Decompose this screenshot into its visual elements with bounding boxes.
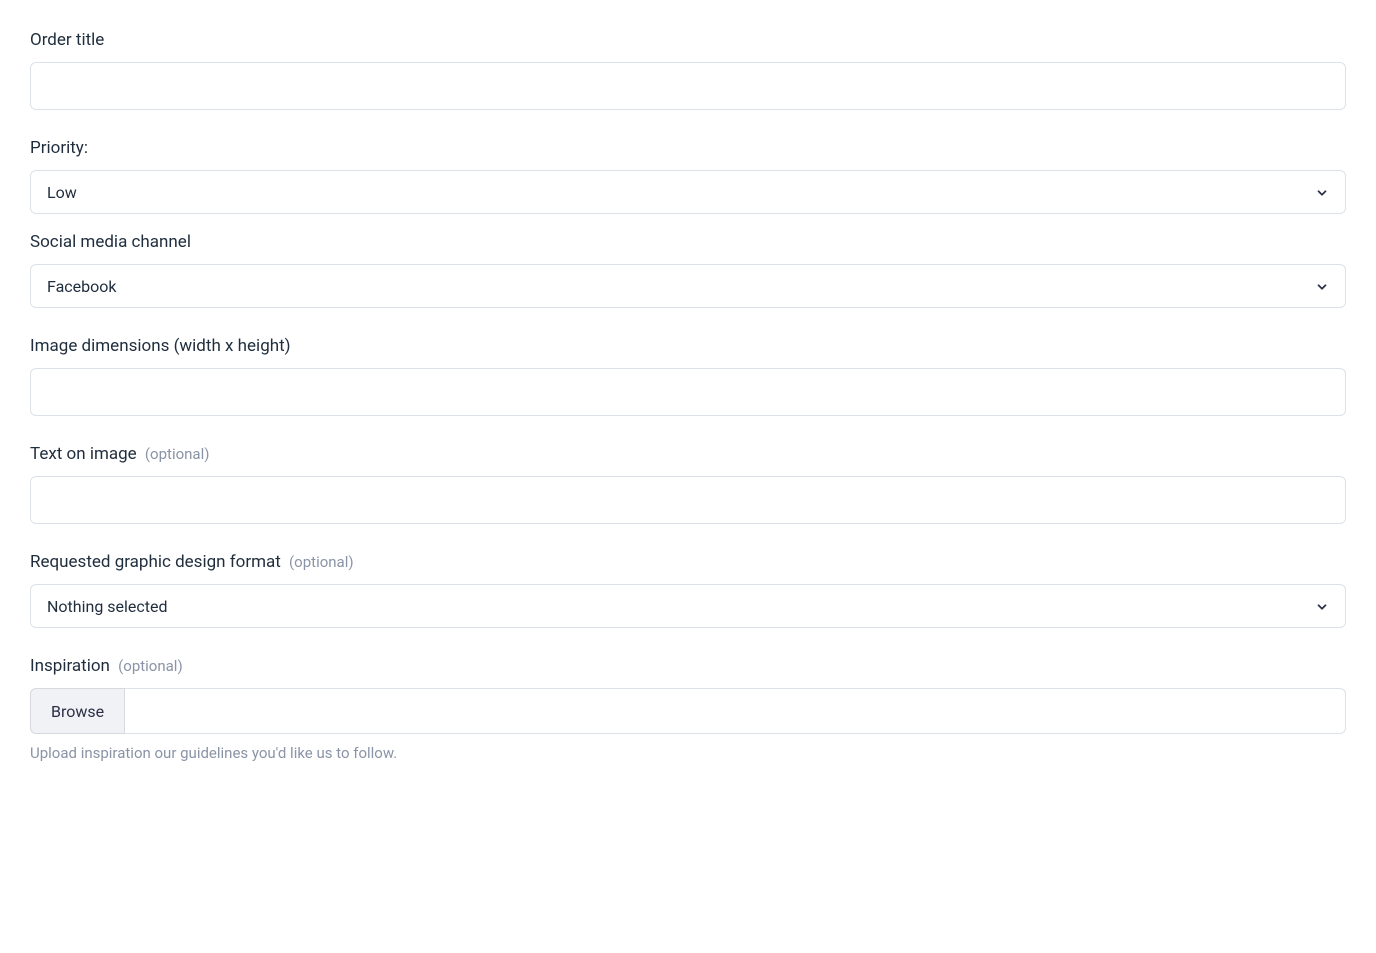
chevron-down-icon — [1315, 185, 1329, 199]
design-format-selected-value: Nothing selected — [47, 597, 168, 616]
priority-group: Priority: Low — [30, 138, 1346, 214]
design-format-label-text: Requested graphic design format — [30, 552, 281, 572]
text-on-image-label: Text on image (optional) — [30, 444, 1346, 464]
image-dimensions-input[interactable] — [30, 368, 1346, 416]
order-title-input[interactable] — [30, 62, 1346, 110]
order-title-label: Order title — [30, 30, 1346, 50]
design-format-label: Requested graphic design format (optiona… — [30, 552, 1346, 572]
priority-label: Priority: — [30, 138, 1346, 158]
text-on-image-group: Text on image (optional) — [30, 444, 1346, 524]
inspiration-helper-text: Upload inspiration our guidelines you'd … — [30, 744, 1346, 762]
order-title-group: Order title — [30, 30, 1346, 110]
inspiration-label: Inspiration (optional) — [30, 656, 1346, 676]
social-channel-selected-value: Facebook — [47, 277, 116, 296]
optional-badge: (optional) — [145, 445, 210, 463]
social-channel-label: Social media channel — [30, 232, 1346, 252]
image-dimensions-group: Image dimensions (width x height) — [30, 336, 1346, 416]
text-on-image-label-text: Text on image — [30, 444, 137, 464]
inspiration-group: Inspiration (optional) Browse Upload ins… — [30, 656, 1346, 762]
image-dimensions-label: Image dimensions (width x height) — [30, 336, 1346, 356]
priority-select[interactable]: Low — [30, 170, 1346, 214]
design-format-group: Requested graphic design format (optiona… — [30, 552, 1346, 628]
social-channel-group: Social media channel Facebook — [30, 232, 1346, 308]
browse-button[interactable]: Browse — [30, 688, 125, 734]
text-on-image-input[interactable] — [30, 476, 1346, 524]
design-format-select[interactable]: Nothing selected — [30, 584, 1346, 628]
optional-badge: (optional) — [289, 553, 354, 571]
social-channel-select[interactable]: Facebook — [30, 264, 1346, 308]
chevron-down-icon — [1315, 279, 1329, 293]
file-upload-row: Browse — [30, 688, 1346, 734]
inspiration-file-input[interactable] — [125, 688, 1346, 734]
optional-badge: (optional) — [118, 657, 183, 675]
inspiration-label-text: Inspiration — [30, 656, 110, 676]
priority-selected-value: Low — [47, 183, 77, 202]
chevron-down-icon — [1315, 599, 1329, 613]
